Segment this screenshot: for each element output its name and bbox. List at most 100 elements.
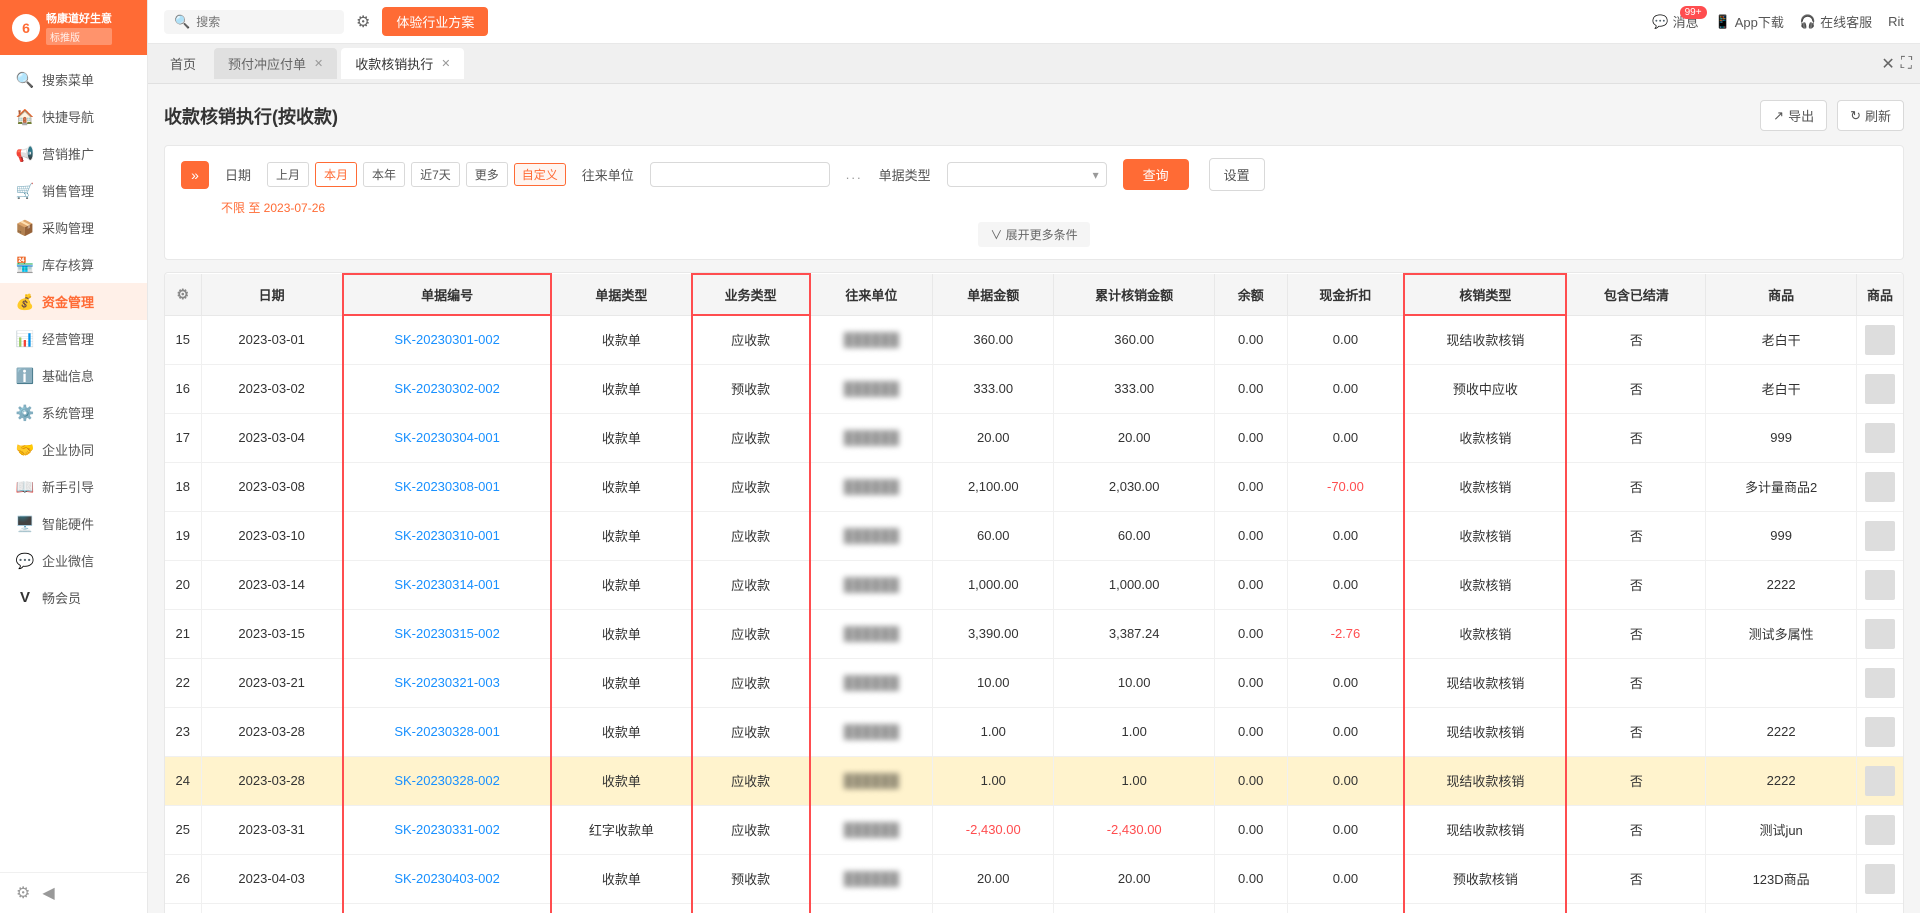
tab-receipts[interactable]: 收款核销执行 ✕ xyxy=(341,48,464,79)
cell-include-settled: 否 xyxy=(1566,658,1705,707)
query-button[interactable]: 查询 xyxy=(1123,159,1189,190)
filter-expand-button[interactable]: » xyxy=(181,161,209,189)
order-no-link[interactable]: SK-20230314-001 xyxy=(394,577,500,592)
sidebar-item-stock[interactable]: 🏪 库存核算 xyxy=(0,246,147,283)
close-window-button[interactable]: ✕ xyxy=(1881,54,1894,74)
refresh-button[interactable]: ↻ 刷新 xyxy=(1837,100,1904,131)
cell-product: 测试jun xyxy=(1706,805,1857,854)
cell-product: 999 xyxy=(1706,413,1857,462)
export-button[interactable]: ↗ 导出 xyxy=(1760,100,1827,131)
notice-button[interactable]: 💬 消息 99+ xyxy=(1652,12,1698,31)
tab-home[interactable]: 首页 xyxy=(156,48,210,79)
cell-biz-type: 应收款 xyxy=(692,413,810,462)
cell-product: 多计量商品2 xyxy=(1706,462,1857,511)
cell-cash-discount: 0.00 xyxy=(1287,413,1404,462)
cell-date: 2023-04-03 xyxy=(201,854,343,903)
sidebar-item-hardware[interactable]: 🖥️ 智能硬件 xyxy=(0,505,147,542)
collapse-icon[interactable]: ◀ xyxy=(42,883,54,903)
sidebar-item-system[interactable]: ⚙️ 系统管理 xyxy=(0,394,147,431)
cell-balance: 0.00 xyxy=(1214,903,1287,913)
refresh-icon: ↻ xyxy=(1850,108,1861,124)
cell-balance: 0.00 xyxy=(1214,707,1287,756)
order-no-link[interactable]: SK-20230328-002 xyxy=(394,773,500,788)
order-no-link[interactable]: SK-20230331-002 xyxy=(394,822,500,837)
sidebar-item-member[interactable]: V 畅会员 xyxy=(0,579,147,616)
date-this-year[interactable]: 本年 xyxy=(363,162,405,187)
sidebar-item-purchase[interactable]: 📦 采购管理 xyxy=(0,209,147,246)
col-settings-icon[interactable]: ⚙ xyxy=(176,286,189,302)
settings-icon[interactable]: ⚙ xyxy=(16,883,30,903)
order-no-link[interactable]: SK-20230302-002 xyxy=(394,381,500,396)
sidebar-item-sales[interactable]: 🛒 销售管理 xyxy=(0,172,147,209)
expand-more-button[interactable]: ∨ 展开更多条件 xyxy=(978,222,1089,247)
order-no-link[interactable]: SK-20230308-001 xyxy=(394,479,500,494)
cell-amount: 1.00 xyxy=(933,707,1054,756)
date-this-month[interactable]: 本月 xyxy=(315,162,357,187)
app-label: App下载 xyxy=(1735,12,1784,31)
cell-cash-discount: 0.00 xyxy=(1287,854,1404,903)
date-more[interactable]: 更多 xyxy=(466,162,508,187)
main-area: 🔍 ⚙ 体验行业方案 💬 消息 99+ 📱 App下载 🎧 在线客服 Rit 首… xyxy=(148,0,1920,913)
cell-accum-netting: -2,430.00 xyxy=(1054,805,1214,854)
partner-blurred: ██████ xyxy=(844,871,899,886)
partner-blurred: ██████ xyxy=(844,332,899,347)
cell-doc-type: 收款单 xyxy=(551,854,691,903)
cell-include-settled: 否 xyxy=(1566,903,1705,913)
order-no-link[interactable]: SK-20230315-002 xyxy=(394,626,500,641)
topbar-settings-icon[interactable]: ⚙ xyxy=(356,12,370,32)
table-row: 17 2023-03-04 SK-20230304-001 收款单 应收款 ██… xyxy=(165,413,1903,462)
cell-order-no: SK-20230321-003 xyxy=(343,658,552,707)
cell-date: 2023-04-08 xyxy=(201,903,343,913)
sidebar-item-label: 快捷导航 xyxy=(42,107,94,126)
topbar-search-input[interactable] xyxy=(196,15,326,29)
tabbar-actions: ✕ ⛶ xyxy=(1881,54,1912,74)
sidebar-item-shortcut[interactable]: 🏠 快捷导航 xyxy=(0,98,147,135)
maximize-window-button[interactable]: ⛶ xyxy=(1901,54,1912,74)
solution-button[interactable]: 体验行业方案 xyxy=(382,7,488,36)
sidebar-item-operations[interactable]: 📊 经营管理 xyxy=(0,320,147,357)
order-no-link[interactable]: SK-20230328-001 xyxy=(394,724,500,739)
tab-close-icon[interactable]: ✕ xyxy=(314,57,323,70)
partner-blurred: ██████ xyxy=(844,724,899,739)
order-no-link[interactable]: SK-20230321-003 xyxy=(394,675,500,690)
cell-accum-netting: 2,030.00 xyxy=(1054,462,1214,511)
cell-cash-discount: 0.00 xyxy=(1287,756,1404,805)
filter-settings-button[interactable]: 设置 xyxy=(1209,158,1265,191)
cell-product-img xyxy=(1857,364,1904,413)
notice-icon: 💬 xyxy=(1652,14,1668,30)
order-no-link[interactable]: SK-20230310-001 xyxy=(394,528,500,543)
cell-seq: 24 xyxy=(165,756,201,805)
sidebar-item-search[interactable]: 🔍 搜索菜单 xyxy=(0,61,147,98)
sidebar-item-wechat[interactable]: 💬 企业微信 xyxy=(0,542,147,579)
order-no-link[interactable]: SK-20230403-002 xyxy=(394,871,500,886)
cell-seq: 17 xyxy=(165,413,201,462)
partner-input[interactable] xyxy=(650,162,830,187)
sidebar-item-marketing[interactable]: 📢 营销推广 xyxy=(0,135,147,172)
online-service-button[interactable]: 🎧 在线客服 xyxy=(1800,12,1872,31)
sidebar-item-basic[interactable]: ℹ️ 基础信息 xyxy=(0,357,147,394)
sidebar-item-label: 畅会员 xyxy=(42,588,81,607)
cell-balance: 0.00 xyxy=(1214,315,1287,364)
cell-include-settled: 否 xyxy=(1566,413,1705,462)
cell-product: 2222 xyxy=(1706,756,1857,805)
cell-partner: ██████ xyxy=(810,658,933,707)
app-download-button[interactable]: 📱 App下载 xyxy=(1715,12,1784,31)
filter-more-dots[interactable]: ... xyxy=(846,167,863,182)
sidebar-item-guide[interactable]: 📖 新手引导 xyxy=(0,468,147,505)
doc-type-select[interactable] xyxy=(947,162,1107,187)
cell-product: 测试多属性 xyxy=(1706,609,1857,658)
sidebar-item-funds[interactable]: 💰 资金管理 xyxy=(0,283,147,320)
order-no-link[interactable]: SK-20230301-002 xyxy=(394,332,500,347)
user-menu[interactable]: Rit xyxy=(1888,14,1904,29)
date-7days[interactable]: 近7天 xyxy=(411,162,460,187)
order-no-link[interactable]: SK-20230304-001 xyxy=(394,430,500,445)
date-last-month[interactable]: 上月 xyxy=(267,162,309,187)
cell-partner: ██████ xyxy=(810,315,933,364)
sidebar-item-enterprise[interactable]: 🤝 企业协同 xyxy=(0,431,147,468)
tab-close-icon[interactable]: ✕ xyxy=(441,57,450,70)
date-custom-badge[interactable]: 自定义 xyxy=(514,163,566,186)
cell-doc-type: 收款单 xyxy=(551,462,691,511)
tab-prepay[interactable]: 预付冲应付单 ✕ xyxy=(214,48,337,79)
cell-seq: 19 xyxy=(165,511,201,560)
topbar-search-box[interactable]: 🔍 xyxy=(164,10,344,34)
